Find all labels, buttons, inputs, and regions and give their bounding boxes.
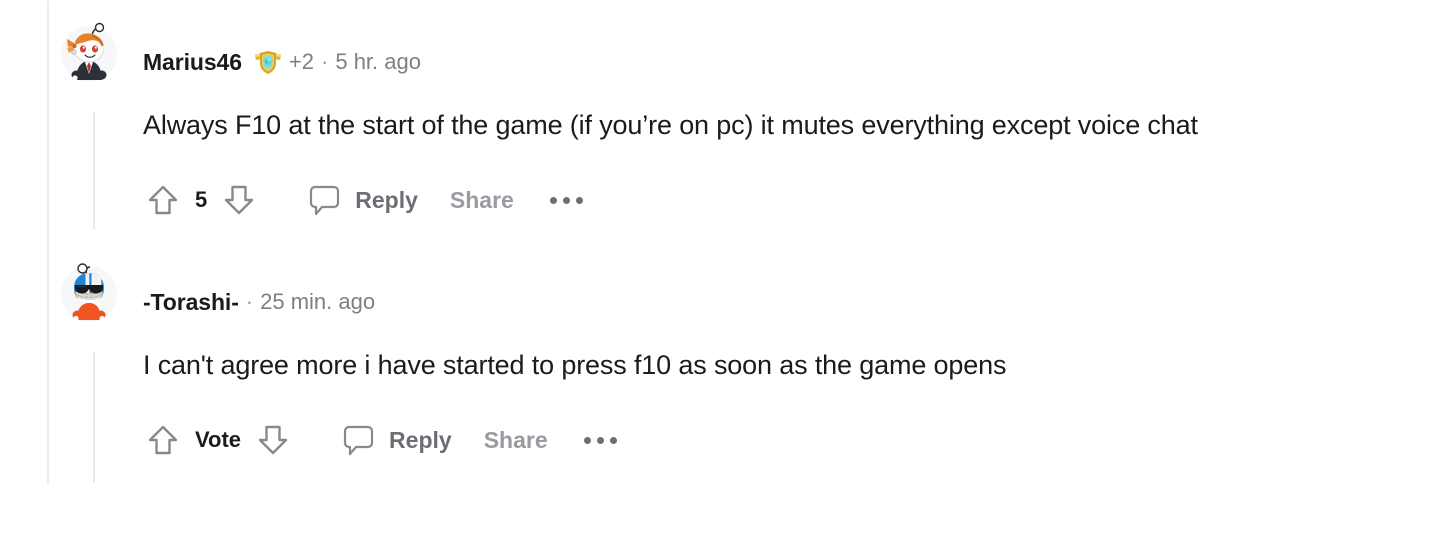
comment-author[interactable]: Marius46 — [143, 49, 242, 76]
reply-button[interactable]: Reply — [355, 187, 418, 214]
downvote-arrow-icon[interactable] — [251, 418, 295, 462]
upvote-arrow-icon[interactable] — [141, 178, 185, 222]
comment-timestamp: 5 hr. ago — [335, 49, 421, 74]
more-dot — [549, 196, 557, 204]
more-dot — [575, 196, 583, 204]
more-dot — [609, 436, 617, 444]
threadline-comment-1[interactable] — [93, 112, 95, 230]
comment-action-bar: 5 Reply Share — [141, 178, 585, 222]
comment-header: -Torashi- · 25 min. ago — [143, 289, 376, 316]
award-shield-badge-icon[interactable] — [253, 47, 283, 77]
comment-body: Always F10 at the start of the game (if … — [143, 110, 1198, 140]
threadline-outer[interactable] — [47, 0, 49, 483]
share-button[interactable]: Share — [450, 187, 514, 214]
avatar[interactable] — [61, 22, 117, 82]
comment-timestamp: 25 min. ago — [260, 289, 376, 314]
threadline-comment-2[interactable] — [93, 352, 95, 483]
vote-score: 5 — [195, 187, 208, 212]
vote-label: Vote — [195, 427, 242, 452]
avatar[interactable] — [61, 263, 117, 322]
more-options-icon[interactable] — [548, 191, 585, 210]
downvote-arrow-icon[interactable] — [217, 178, 261, 222]
reply-button[interactable]: Reply — [389, 427, 452, 454]
comment-author[interactable]: -Torashi- — [143, 289, 239, 316]
upvote-arrow-icon[interactable] — [141, 418, 185, 462]
comment-body: I can't agree more i have started to pre… — [143, 350, 1007, 380]
more-dot — [562, 196, 570, 204]
meta-separator: · — [321, 49, 329, 74]
share-button[interactable]: Share — [484, 427, 548, 454]
speech-bubble-icon[interactable] — [339, 421, 377, 459]
more-options-icon[interactable] — [582, 431, 619, 450]
award-count: +2 — [288, 49, 315, 74]
more-dot — [583, 436, 591, 444]
speech-bubble-icon[interactable] — [305, 181, 343, 219]
comment-thread: Marius46 +2 · 5 hr. ago Always F10 at th… — [0, 0, 1446, 545]
comment-header: Marius46 +2 · 5 hr. ago — [143, 47, 421, 77]
comment-action-bar: Vote Reply Share — [141, 418, 619, 462]
meta-separator: · — [245, 289, 254, 314]
more-dot — [596, 436, 604, 444]
